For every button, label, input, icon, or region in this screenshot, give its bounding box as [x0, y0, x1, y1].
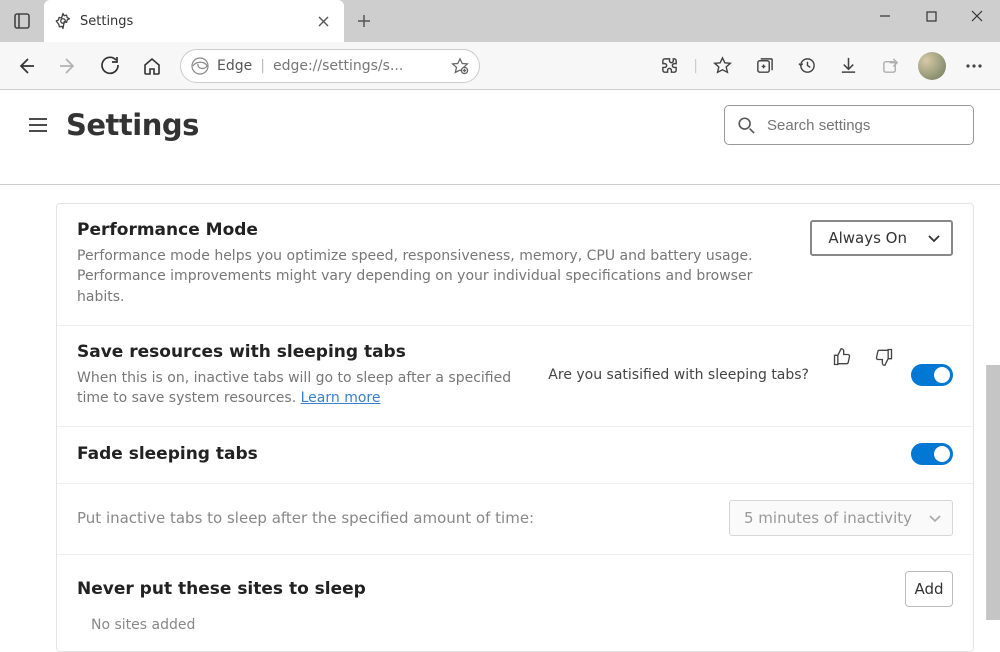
page-title: Settings [66, 108, 199, 142]
feedback-question: Are you satisified with sleeping tabs? [548, 367, 809, 383]
extensions-button[interactable] [649, 48, 689, 84]
back-button[interactable] [6, 48, 46, 84]
vertical-scrollbar[interactable] [986, 365, 1000, 620]
forward-button[interactable] [48, 48, 88, 84]
new-tab-button[interactable] [344, 0, 384, 42]
fade-tabs-toggle[interactable] [911, 443, 953, 465]
refresh-button[interactable] [90, 48, 130, 84]
address-app-label: Edge [217, 58, 252, 74]
sleeping-tabs-desc: When this is on, inactive tabs will go t… [77, 368, 536, 409]
browser-tab[interactable]: Settings [44, 0, 344, 42]
minimize-button[interactable] [862, 0, 908, 32]
tab-title: Settings [80, 14, 304, 29]
fade-tabs-title: Fade sleeping tabs [77, 444, 899, 464]
performance-mode-title: Performance Mode [77, 220, 798, 240]
performance-mode-dropdown[interactable]: Always On [810, 220, 953, 256]
tab-close-button[interactable] [312, 10, 334, 32]
gear-icon [54, 12, 72, 30]
settings-menu-button[interactable] [20, 107, 56, 143]
never-sleep-empty: No sites added [77, 607, 953, 633]
history-button[interactable] [786, 48, 826, 84]
address-url: edge://settings/s... [273, 58, 437, 74]
chevron-down-icon [928, 511, 942, 525]
inactive-time-dropdown[interactable]: 5 minutes of inactivity [729, 500, 953, 536]
edge-logo-icon [191, 57, 209, 75]
sleeping-tabs-title: Save resources with sleeping tabs [77, 342, 536, 362]
settings-card: Performance Mode Performance mode helps … [56, 203, 974, 652]
sleeping-tabs-toggle[interactable] [911, 364, 953, 386]
search-icon [737, 116, 755, 134]
favorite-button[interactable] [445, 57, 475, 75]
chevron-down-icon [927, 231, 941, 245]
inactive-time-label: Put inactive tabs to sleep after the spe… [77, 509, 717, 527]
favorites-button[interactable] [702, 48, 742, 84]
close-window-button[interactable] [954, 0, 1000, 32]
share-button[interactable] [870, 48, 910, 84]
add-site-button[interactable]: Add [905, 571, 953, 607]
thumbs-up-button[interactable] [827, 342, 857, 372]
collections-button[interactable] [0, 0, 44, 42]
home-button[interactable] [132, 48, 172, 84]
never-sleep-title: Never put these sites to sleep [77, 579, 893, 599]
maximize-button[interactable] [908, 0, 954, 32]
performance-mode-desc: Performance mode helps you optimize spee… [77, 246, 797, 307]
settings-search-input[interactable] [767, 117, 966, 134]
learn-more-link[interactable]: Learn more [301, 390, 381, 406]
downloads-button[interactable] [828, 48, 868, 84]
address-bar[interactable]: Edge | edge://settings/s... [180, 49, 480, 83]
profile-avatar[interactable] [912, 48, 952, 84]
thumbs-down-button[interactable] [869, 342, 899, 372]
collections-toolbar-button[interactable] [744, 48, 784, 84]
app-menu-button[interactable] [954, 48, 994, 84]
settings-search[interactable] [724, 105, 974, 145]
